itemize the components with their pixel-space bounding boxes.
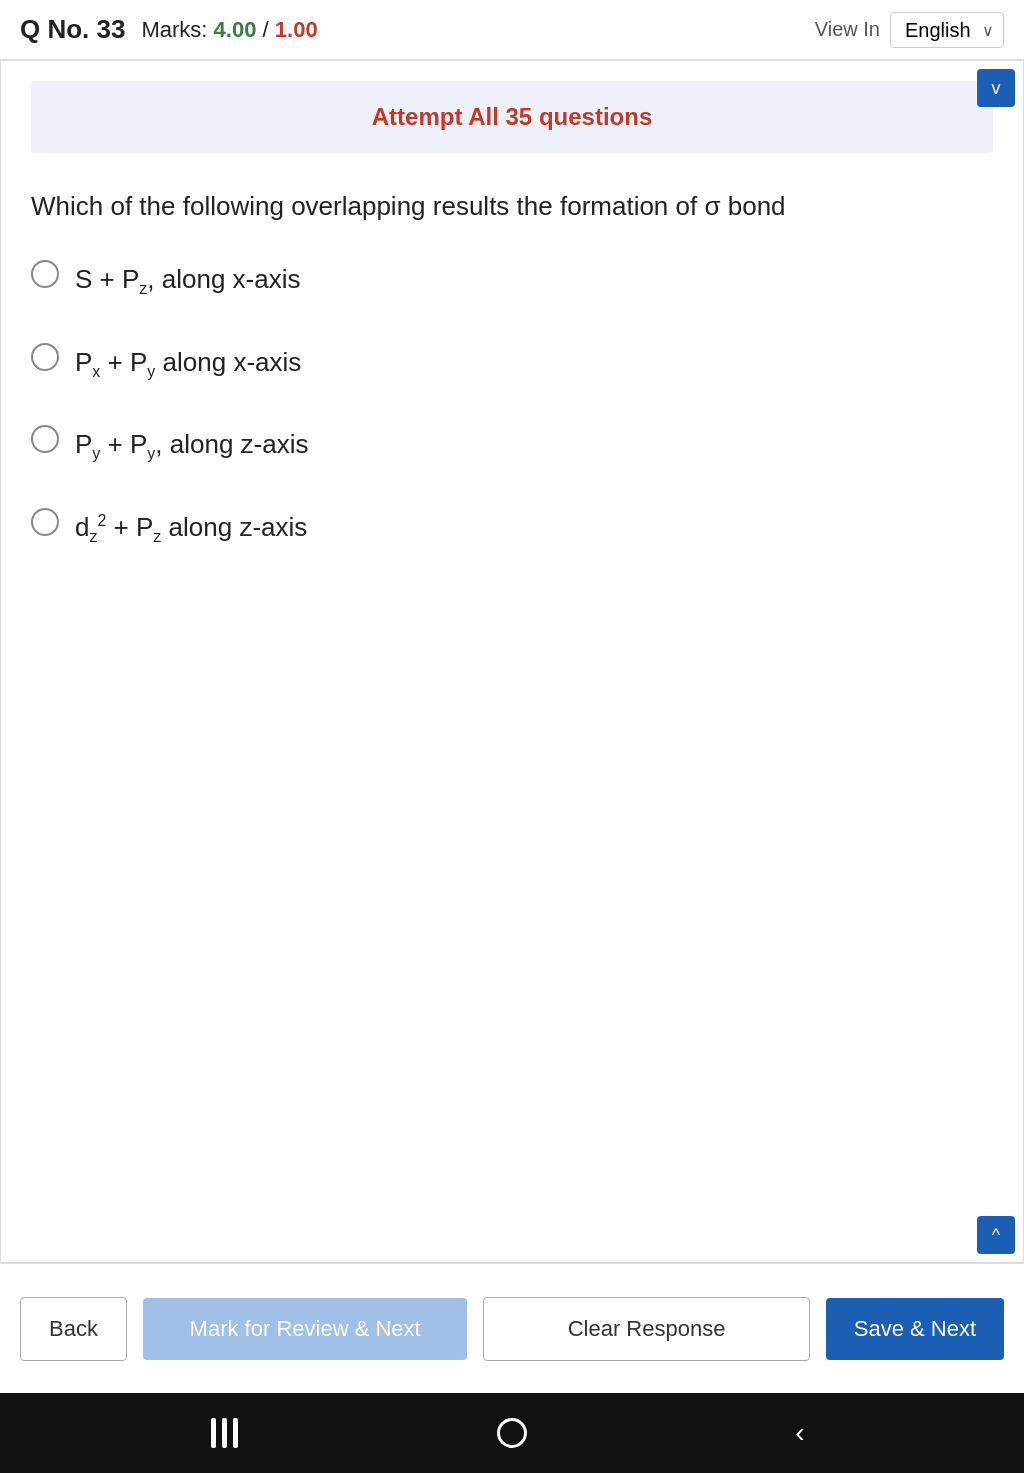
save-next-button[interactable]: Save & Next: [826, 1298, 1004, 1360]
negative-marks: 1.00: [275, 17, 318, 42]
radio-option-4[interactable]: [31, 508, 59, 536]
marks-separator: /: [263, 17, 275, 42]
option-2[interactable]: Px + Py along x-axis: [31, 339, 993, 384]
header-left: Q No. 33 Marks: 4.00 / 1.00: [20, 14, 318, 45]
question-text: Which of the following overlapping resul…: [1, 177, 1023, 256]
clear-response-button[interactable]: Clear Response: [483, 1297, 809, 1361]
attempt-banner: Attempt All 35 questions: [31, 81, 993, 153]
question-content-area: v Attempt All 35 questions Which of the …: [0, 60, 1024, 1263]
scroll-up-button[interactable]: ^: [977, 1216, 1015, 1254]
positive-marks: 4.00: [214, 17, 257, 42]
option-4[interactable]: dz2 + Pz along z-axis: [31, 504, 993, 549]
question-number: Q No. 33: [20, 14, 125, 45]
radio-option-3[interactable]: [31, 425, 59, 453]
android-nav-bar: ‹: [0, 1393, 1024, 1473]
language-wrapper[interactable]: English Hindi: [890, 12, 1004, 48]
header-right: View In English Hindi: [815, 12, 1004, 48]
view-in-label: View In: [815, 18, 880, 41]
language-select[interactable]: English Hindi: [890, 12, 1004, 48]
option-3[interactable]: Py + Py, along z-axis: [31, 421, 993, 466]
back-icon[interactable]: ‹: [775, 1408, 825, 1458]
recent-apps-icon[interactable]: [199, 1408, 249, 1458]
footer-buttons: Back Mark for Review & Next Clear Respon…: [0, 1263, 1024, 1393]
option-3-text: Py + Py, along z-axis: [75, 426, 309, 466]
header: Q No. 33 Marks: 4.00 / 1.00 View In Engl…: [0, 0, 1024, 60]
radio-option-2[interactable]: [31, 343, 59, 371]
scroll-down-button[interactable]: v: [977, 69, 1015, 107]
option-1-text: S + Pz, along x-axis: [75, 261, 301, 301]
option-2-text: Px + Py along x-axis: [75, 344, 301, 384]
option-1[interactable]: S + Pz, along x-axis: [31, 256, 993, 301]
attempt-banner-text: Attempt All 35 questions: [372, 103, 652, 130]
option-4-text: dz2 + Pz along z-axis: [75, 509, 307, 549]
back-button[interactable]: Back: [20, 1297, 127, 1361]
mark-review-button[interactable]: Mark for Review & Next: [143, 1298, 467, 1360]
radio-option-1[interactable]: [31, 260, 59, 288]
home-icon[interactable]: [487, 1408, 537, 1458]
marks-info: Marks: 4.00 / 1.00: [141, 17, 317, 43]
options-list: S + Pz, along x-axis Px + Py along x-axi…: [1, 256, 1023, 548]
marks-label: Marks:: [141, 17, 207, 42]
